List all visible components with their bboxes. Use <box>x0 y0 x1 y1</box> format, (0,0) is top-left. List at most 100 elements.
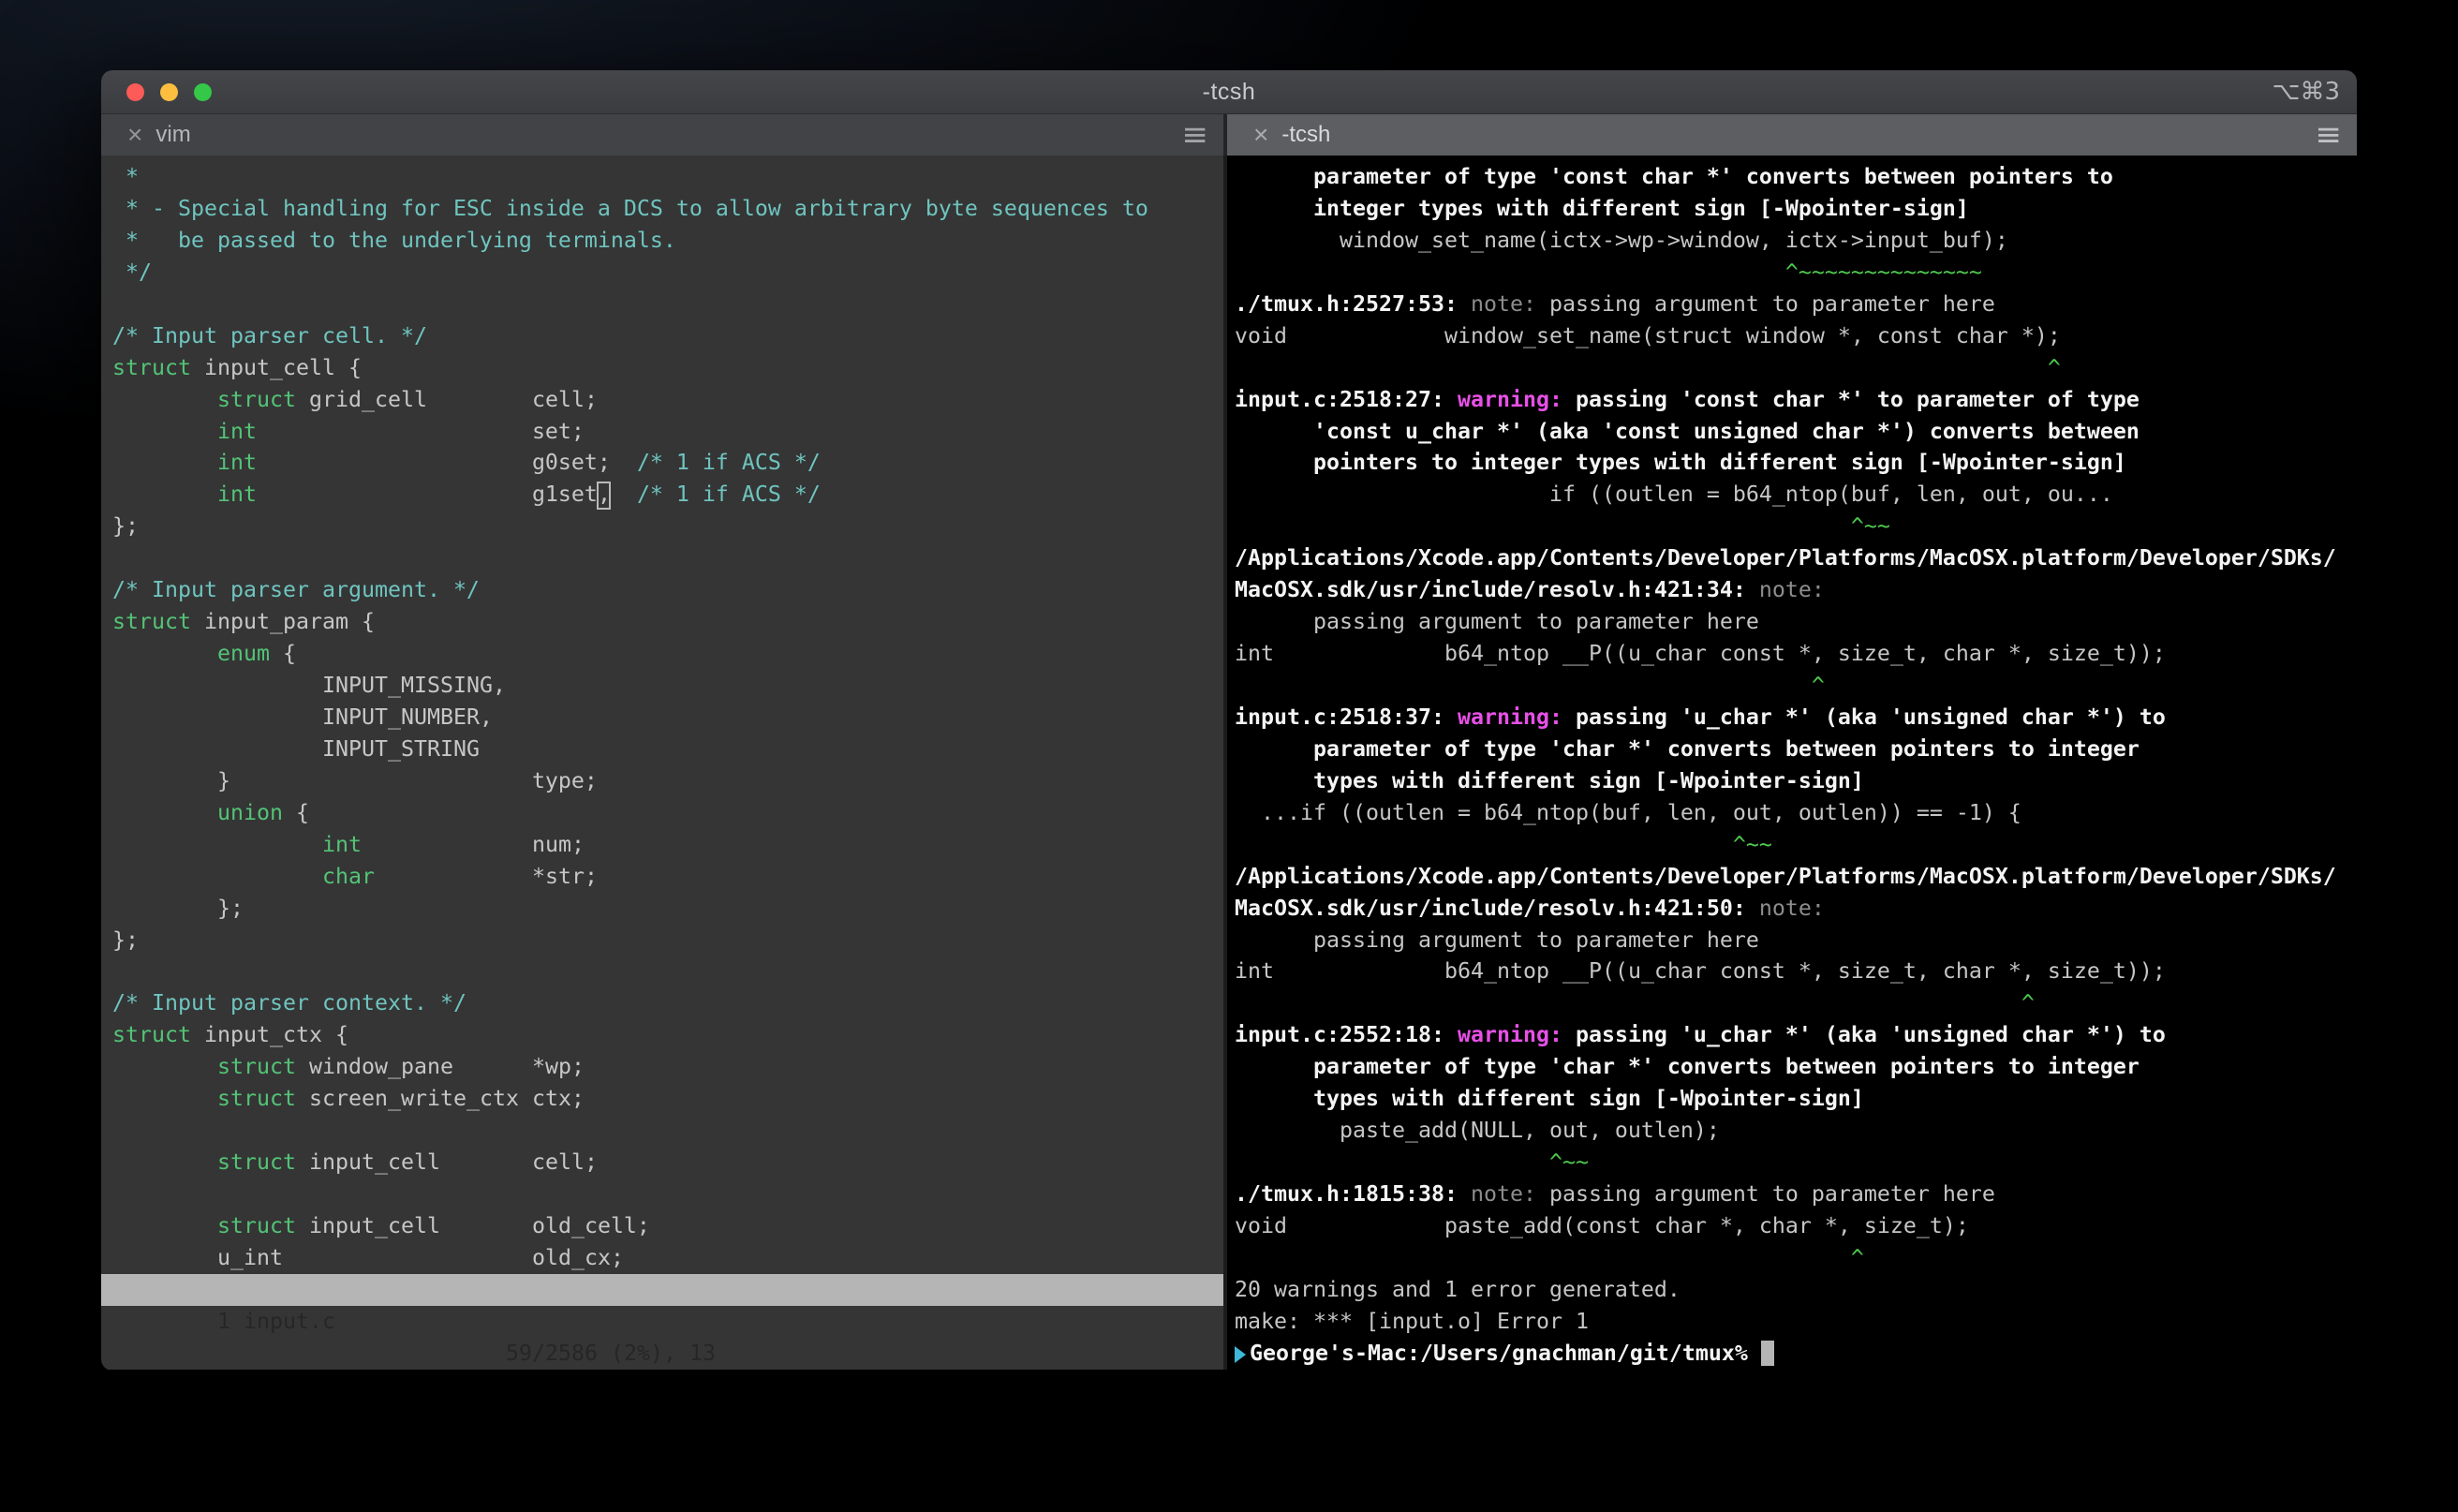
terminal-row: struct input_cell cell; <box>216 1149 598 1176</box>
terminal-row: * - Special handling for ESC inside a DC… <box>112 195 1148 221</box>
terminal-row: /* Input parser context. */ <box>112 990 466 1016</box>
tab-label-vim: vim <box>155 122 191 147</box>
terminal-row: ^ <box>1850 1244 1864 1270</box>
terminal-row: passing argument to parameter here <box>1313 609 1759 635</box>
vim-hollow-cursor: , <box>597 482 611 508</box>
terminal-row: ^~~ <box>1732 831 1772 857</box>
terminal-row: parameter of type 'char *' converts betw… <box>1313 735 2140 762</box>
terminal-row: int set; <box>216 418 585 444</box>
prompt-mark-icon <box>1235 1345 1246 1363</box>
terminal-row: ^ <box>2021 990 2035 1016</box>
terminal-row: types with different sign [-Wpointer-sig… <box>1313 1086 1864 1112</box>
terminal-row: if ((outlen = b64_ntop(buf, len, out, ou… <box>1548 482 2113 508</box>
terminal-row: int num; <box>321 831 585 857</box>
terminal-row <box>112 289 1223 320</box>
vim-statusline: 1 input.c 59/2586 (2%), 13 (-1 ) <box>101 1273 1223 1366</box>
terminal-row: ^~~ <box>1548 1149 1589 1176</box>
statusline-position: 59/2586 (2%), 13 <box>506 1340 716 1366</box>
terminal-row: ^ <box>2047 354 2061 380</box>
terminal-row: int g1set, /* 1 if ACS */ <box>216 482 821 508</box>
terminal-row: struct input_cell old_cell; <box>216 1212 650 1238</box>
terminal-row: MacOSX.sdk/usr/include/resolv.h:421:34: … <box>1235 577 1825 603</box>
close-window-button[interactable] <box>126 82 144 101</box>
terminal-row: struct input_param { <box>112 609 375 635</box>
terminal-row: ...if ((outlen = b64_ntop(buf, len, out,… <box>1261 799 2021 825</box>
terminal-row: struct input_ctx { <box>112 1022 348 1048</box>
title-bar[interactable]: -tcsh ⌥⌘3 <box>101 70 2357 114</box>
tab-bars: × vim ≡ × -tcsh ≡ <box>101 114 2357 156</box>
window-title: -tcsh <box>1202 78 1256 105</box>
terminal-row: enum { <box>216 641 296 667</box>
shell-scrollback: parameter of type 'const char *' convert… <box>1227 156 2357 1370</box>
terminal-row <box>112 956 1223 987</box>
terminal-row: */ <box>112 259 152 285</box>
terminal-cursor <box>1760 1340 1774 1366</box>
tab-tcsh[interactable]: × -tcsh ≡ <box>1227 114 2357 156</box>
tab-vim[interactable]: × vim ≡ <box>101 114 1223 156</box>
terminal-row <box>112 542 1223 574</box>
terminal-row: ./tmux.h:2527:53: note: passing argument… <box>1235 290 1995 317</box>
terminal-row: union { <box>216 799 309 825</box>
terminal-row: George's-Mac:/Users/gnachman/git/tmux% <box>1235 1338 2357 1370</box>
terminal-row: input.c:2518:27: warning: passing 'const… <box>1235 386 2140 412</box>
terminal-row: parameter of type 'char *' converts betw… <box>1313 1054 2140 1080</box>
terminal-row: } type; <box>216 767 598 793</box>
terminal-row: INPUT_NUMBER, <box>321 704 493 730</box>
terminal-row: char *str; <box>321 863 598 889</box>
terminal-row: paste_add(NULL, out, outlen); <box>1339 1118 1720 1144</box>
close-tab-icon[interactable]: × <box>127 122 142 148</box>
split-panes: * * - Special handling for ESC inside a … <box>101 156 2357 1370</box>
statusline-filename: 1 input.c <box>216 1308 335 1334</box>
terminal-row: int g0set; /* 1 if ACS */ <box>216 450 821 476</box>
terminal-row: /* Input parser argument. */ <box>112 577 480 603</box>
terminal-row: ^~~ <box>1850 513 1890 540</box>
vim-pane[interactable]: * * - Special handling for ESC inside a … <box>101 156 1223 1370</box>
vim-buffer: * * - Special handling for ESC inside a … <box>101 156 1223 1274</box>
terminal-row: passing argument to parameter here <box>1313 926 1759 953</box>
terminal-row: u_int old_cx; <box>216 1244 624 1270</box>
shell-pane[interactable]: parameter of type 'const char *' convert… <box>1227 156 2357 1370</box>
terminal-row <box>112 1115 1223 1147</box>
terminal-row: ^ <box>1811 673 1825 698</box>
terminal-row: void paste_add(const char *, char *, siz… <box>1235 1212 1969 1238</box>
tab-label-tcsh: -tcsh <box>1281 122 1331 147</box>
hamburger-menu-icon[interactable]: ≡ <box>1182 119 1209 151</box>
terminal-row: struct window_pane *wp; <box>216 1054 585 1080</box>
terminal-row: struct screen_write_ctx ctx; <box>216 1086 585 1112</box>
minimize-window-button[interactable] <box>160 82 178 101</box>
terminal-window: -tcsh ⌥⌘3 × vim ≡ × -tcsh ≡ * * - Specia… <box>101 70 2357 1371</box>
terminal-row: integer types with different sign [-Wpoi… <box>1313 195 1969 221</box>
terminal-row: }; <box>112 926 139 953</box>
terminal-row: * <box>112 164 139 189</box>
terminal-row: parameter of type 'const char *' convert… <box>1313 164 2113 189</box>
terminal-row: }; <box>112 513 139 540</box>
terminal-row: MacOSX.sdk/usr/include/resolv.h:421:50: … <box>1235 895 1825 921</box>
hamburger-menu-icon[interactable]: ≡ <box>2316 119 2343 151</box>
window-shortcut-badge: ⌥⌘3 <box>2272 78 2340 106</box>
terminal-row: int b64_ntop __P((u_char const *, size_t… <box>1235 641 2166 667</box>
statusline-window-indicator: (-1 ) <box>1150 1370 1216 1371</box>
terminal-row: void window_set_name(struct window *, co… <box>1235 322 2061 348</box>
terminal-row: window_set_name(ictx->wp->window, ictx->… <box>1339 227 2008 253</box>
terminal-row: }; <box>216 895 244 921</box>
terminal-row: pointers to integer types with different… <box>1313 450 2126 476</box>
terminal-row <box>112 1178 1223 1210</box>
close-tab-icon[interactable]: × <box>1253 122 1268 148</box>
terminal-row: /* Input parser cell. */ <box>112 322 427 348</box>
terminal-row: * be passed to the underlying terminals. <box>112 227 676 253</box>
terminal-row: /Applications/Xcode.app/Contents/Develop… <box>1235 863 2336 889</box>
terminal-row: /Applications/Xcode.app/Contents/Develop… <box>1235 545 2336 571</box>
terminal-row: ./tmux.h:1815:38: note: passing argument… <box>1235 1181 1995 1207</box>
terminal-row: INPUT_STRING <box>321 735 480 762</box>
terminal-row: types with different sign [-Wpointer-sig… <box>1313 767 1864 793</box>
terminal-row: make: *** [input.o] Error 1 <box>1235 1308 1589 1334</box>
terminal-row: INPUT_MISSING, <box>321 673 506 698</box>
terminal-row: 20 warnings and 1 error generated. <box>1235 1276 1681 1302</box>
terminal-row: input.c:2518:37: warning: passing 'u_cha… <box>1235 704 2166 730</box>
terminal-row: struct grid_cell cell; <box>216 386 598 412</box>
terminal-row: ^~~~~~~~~~~~~~~ <box>1784 259 1982 285</box>
zoom-window-button[interactable] <box>194 82 212 101</box>
terminal-row: struct input_cell { <box>112 354 362 380</box>
traffic-lights <box>126 82 212 101</box>
terminal-row: input.c:2552:18: warning: passing 'u_cha… <box>1235 1022 2166 1048</box>
